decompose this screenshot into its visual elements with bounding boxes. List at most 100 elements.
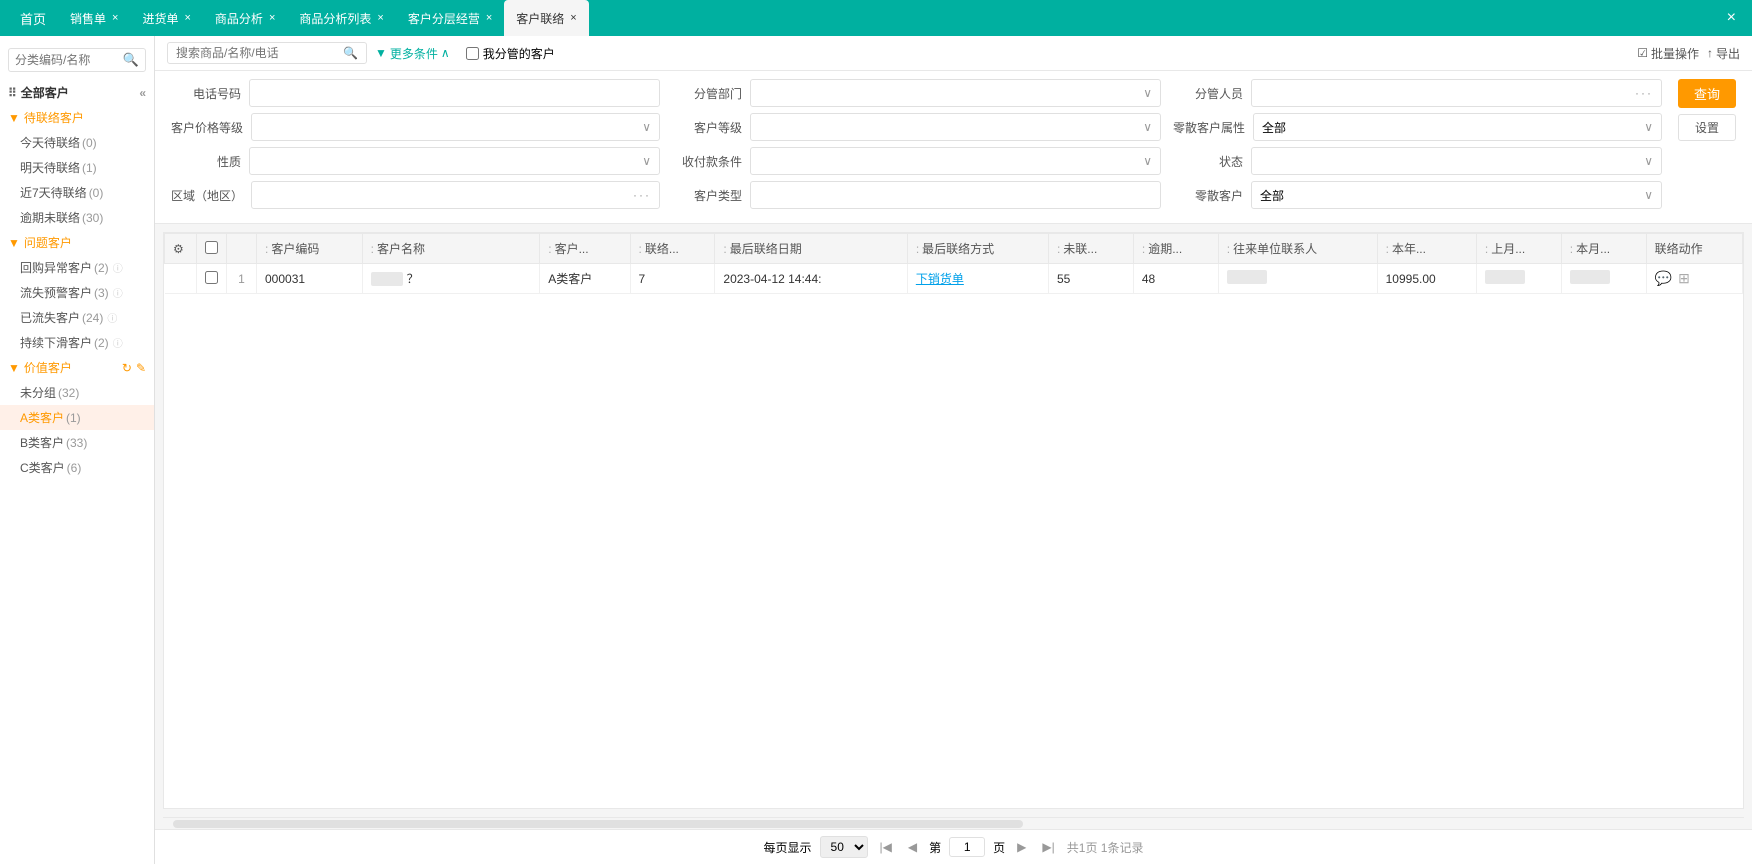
my-customers-check[interactable] [466,47,479,60]
filter-field-phone: 电话号码 [171,79,660,107]
tab-customer-contact[interactable]: 客户联络 × [504,0,588,36]
close-tab-segment[interactable]: × [486,12,492,24]
horizontal-scrollbar[interactable] [163,817,1744,829]
dept-input[interactable]: ∨ [750,79,1161,107]
query-button[interactable]: 查询 [1678,79,1736,108]
sidebar-item-unclassified[interactable]: 未分组 (32) [0,380,154,405]
scrollbar-thumb[interactable] [173,820,1023,828]
filter-search-input[interactable] [176,46,343,60]
region-input[interactable]: ··· [251,181,660,209]
th-checkbox[interactable] [197,234,227,264]
nature-input[interactable]: ∨ [249,147,660,175]
sidebar-item-lost-customers[interactable]: 已流失客户 (24) ⓘ [0,305,154,330]
sidebar-item-a-class[interactable]: A类客户 (1) [0,405,154,430]
nav-home[interactable]: 首页 [8,0,58,36]
next-page-btn[interactable]: ▶ [1013,838,1030,856]
manager-label: 分管人员 [1173,85,1243,102]
row-checkbox[interactable] [205,271,218,284]
last-month-placeholder [1485,270,1525,284]
settings-button[interactable]: 设置 [1678,114,1736,141]
td-code: 000031 [257,264,363,294]
info-icon-loss: ⓘ [113,285,123,300]
message-icon[interactable]: 💬 [1655,270,1672,287]
content-area: 🔍 ▼ 更多条件 ∧ 我分管的客户 ☑ 批量操作 ↑ 导出 [155,36,1752,864]
payment-input[interactable]: ∨ [750,147,1161,175]
refresh-icon[interactable]: ↻ [122,361,132,375]
sidebar-item-b-class[interactable]: B类客户 (33) [0,430,154,455]
more-conditions-btn[interactable]: ▼ 更多条件 ∧ [375,45,450,62]
customer-grade-input[interactable]: ∨ [750,113,1161,141]
filter-field-customer-grade: 客户等级 ∨ [672,113,1161,141]
manager-input[interactable]: ··· [1251,79,1662,107]
th-settings[interactable]: ⚙ [165,234,197,264]
th-this-month: :本月... [1561,234,1646,264]
retail-attr-input[interactable]: 全部 ∨ [1253,113,1662,141]
filter-form: 电话号码 分管部门 ∨ 分管人员 ··· [155,71,1752,224]
manager-dots: ··· [1635,86,1653,100]
td-last-method[interactable]: 下销货单 [907,264,1048,294]
per-page-select[interactable]: 50 [820,836,868,858]
my-customers-checkbox[interactable]: 我分管的客户 [466,45,555,62]
per-page-label: 每页显示 [764,839,812,856]
section-problem-customers[interactable]: ▼ 问题客户 [0,230,154,255]
sidebar-item-today-pending[interactable]: 今天待联络 (0) [0,130,154,155]
export-icon: ↑ [1707,46,1713,60]
price-grade-arrow: ∨ [642,120,651,134]
collapse-sidebar-icon[interactable]: « [139,86,146,100]
prev-page-btn[interactable]: ◀ [904,838,921,856]
close-tab-product-list[interactable]: × [377,12,383,24]
export-btn[interactable]: ↑ 导出 [1707,45,1740,62]
close-tab-purchase[interactable]: × [184,12,190,24]
first-page-btn[interactable]: |◀ [876,838,896,856]
status-input[interactable]: ∨ [1251,147,1662,175]
sidebar-item-loss-warning[interactable]: 流失预警客户 (3) ⓘ [0,280,154,305]
last-page-btn[interactable]: ▶| [1038,838,1058,856]
filter-search-box[interactable]: 🔍 [167,42,367,64]
tab-purchase-order[interactable]: 进货单 × [130,0,202,36]
retail-arrow: ∨ [1644,188,1653,202]
select-all-checkbox[interactable] [205,241,218,254]
filter-field-price-grade: 客户价格等级 ∨ [171,113,660,141]
retail-input[interactable]: 全部 ∨ [1251,181,1662,209]
top-navigation: 首页 销售单 × 进货单 × 商品分析 × 商品分析列表 × 客户分层经营 × … [0,0,1752,36]
section-pending-contact[interactable]: ▼ 待联络客户 [0,105,154,130]
filter-field-customer-type: 客户类型 [672,181,1161,209]
sidebar-item-declining[interactable]: 持续下滑客户 (2) ⓘ [0,330,154,355]
more-actions-icon[interactable]: ⊞ [1678,270,1690,287]
sidebar: 🔍 ⠿ 全部客户 « ▼ 待联络客户 今天待联络 (0) 明天待联络 (1) 近… [0,36,155,864]
close-tab-contact[interactable]: × [570,12,576,24]
close-all-tabs[interactable]: × [1719,9,1744,27]
tab-customer-segment[interactable]: 客户分层经营 × [396,0,504,36]
price-grade-input[interactable]: ∨ [251,113,660,141]
td-settings [165,264,197,294]
sidebar-item-overdue-contact[interactable]: 逾期未联络 (30) [0,205,154,230]
tab-sales-order[interactable]: 销售单 × [58,0,130,36]
phone-input[interactable] [249,79,660,107]
close-tab-product-analysis[interactable]: × [269,12,275,24]
sidebar-search-input[interactable] [15,53,123,67]
info-icon-declining: ⓘ [113,335,123,350]
customer-type-input[interactable] [750,181,1161,209]
filter-field-dept: 分管部门 ∨ [672,79,1161,107]
sidebar-item-7day-pending[interactable]: 近7天待联络 (0) [0,180,154,205]
filter-search-icon: 🔍 [343,46,358,60]
td-checkbox[interactable] [197,264,227,294]
close-tab-sales[interactable]: × [112,12,118,24]
filter-action-btns: 查询 设置 [1678,79,1736,215]
sidebar-search-box[interactable]: 🔍 [8,48,146,72]
dept-arrow: ∨ [1143,86,1152,100]
sidebar-item-tomorrow-pending[interactable]: 明天待联络 (1) [0,155,154,180]
batch-operation-btn[interactable]: ☑ 批量操作 [1637,45,1699,62]
page-number-input[interactable] [949,837,985,857]
td-not-contacted: 55 [1048,264,1133,294]
edit-icon[interactable]: ✎ [136,361,146,375]
filter-field-retail: 零散客户 全部 ∨ [1173,181,1662,209]
status-label: 状态 [1173,153,1243,170]
sidebar-item-repurchase-abnormal[interactable]: 回购异常客户 (2) ⓘ [0,255,154,280]
info-icon-lost: ⓘ [107,310,117,325]
sidebar-item-c-class[interactable]: C类客户 (6) [0,455,154,480]
tab-product-analysis[interactable]: 商品分析 × [203,0,287,36]
arrow-icon-value: ▼ [8,361,20,375]
tab-product-analysis-list[interactable]: 商品分析列表 × [287,0,395,36]
price-grade-label: 客户价格等级 [171,119,243,136]
